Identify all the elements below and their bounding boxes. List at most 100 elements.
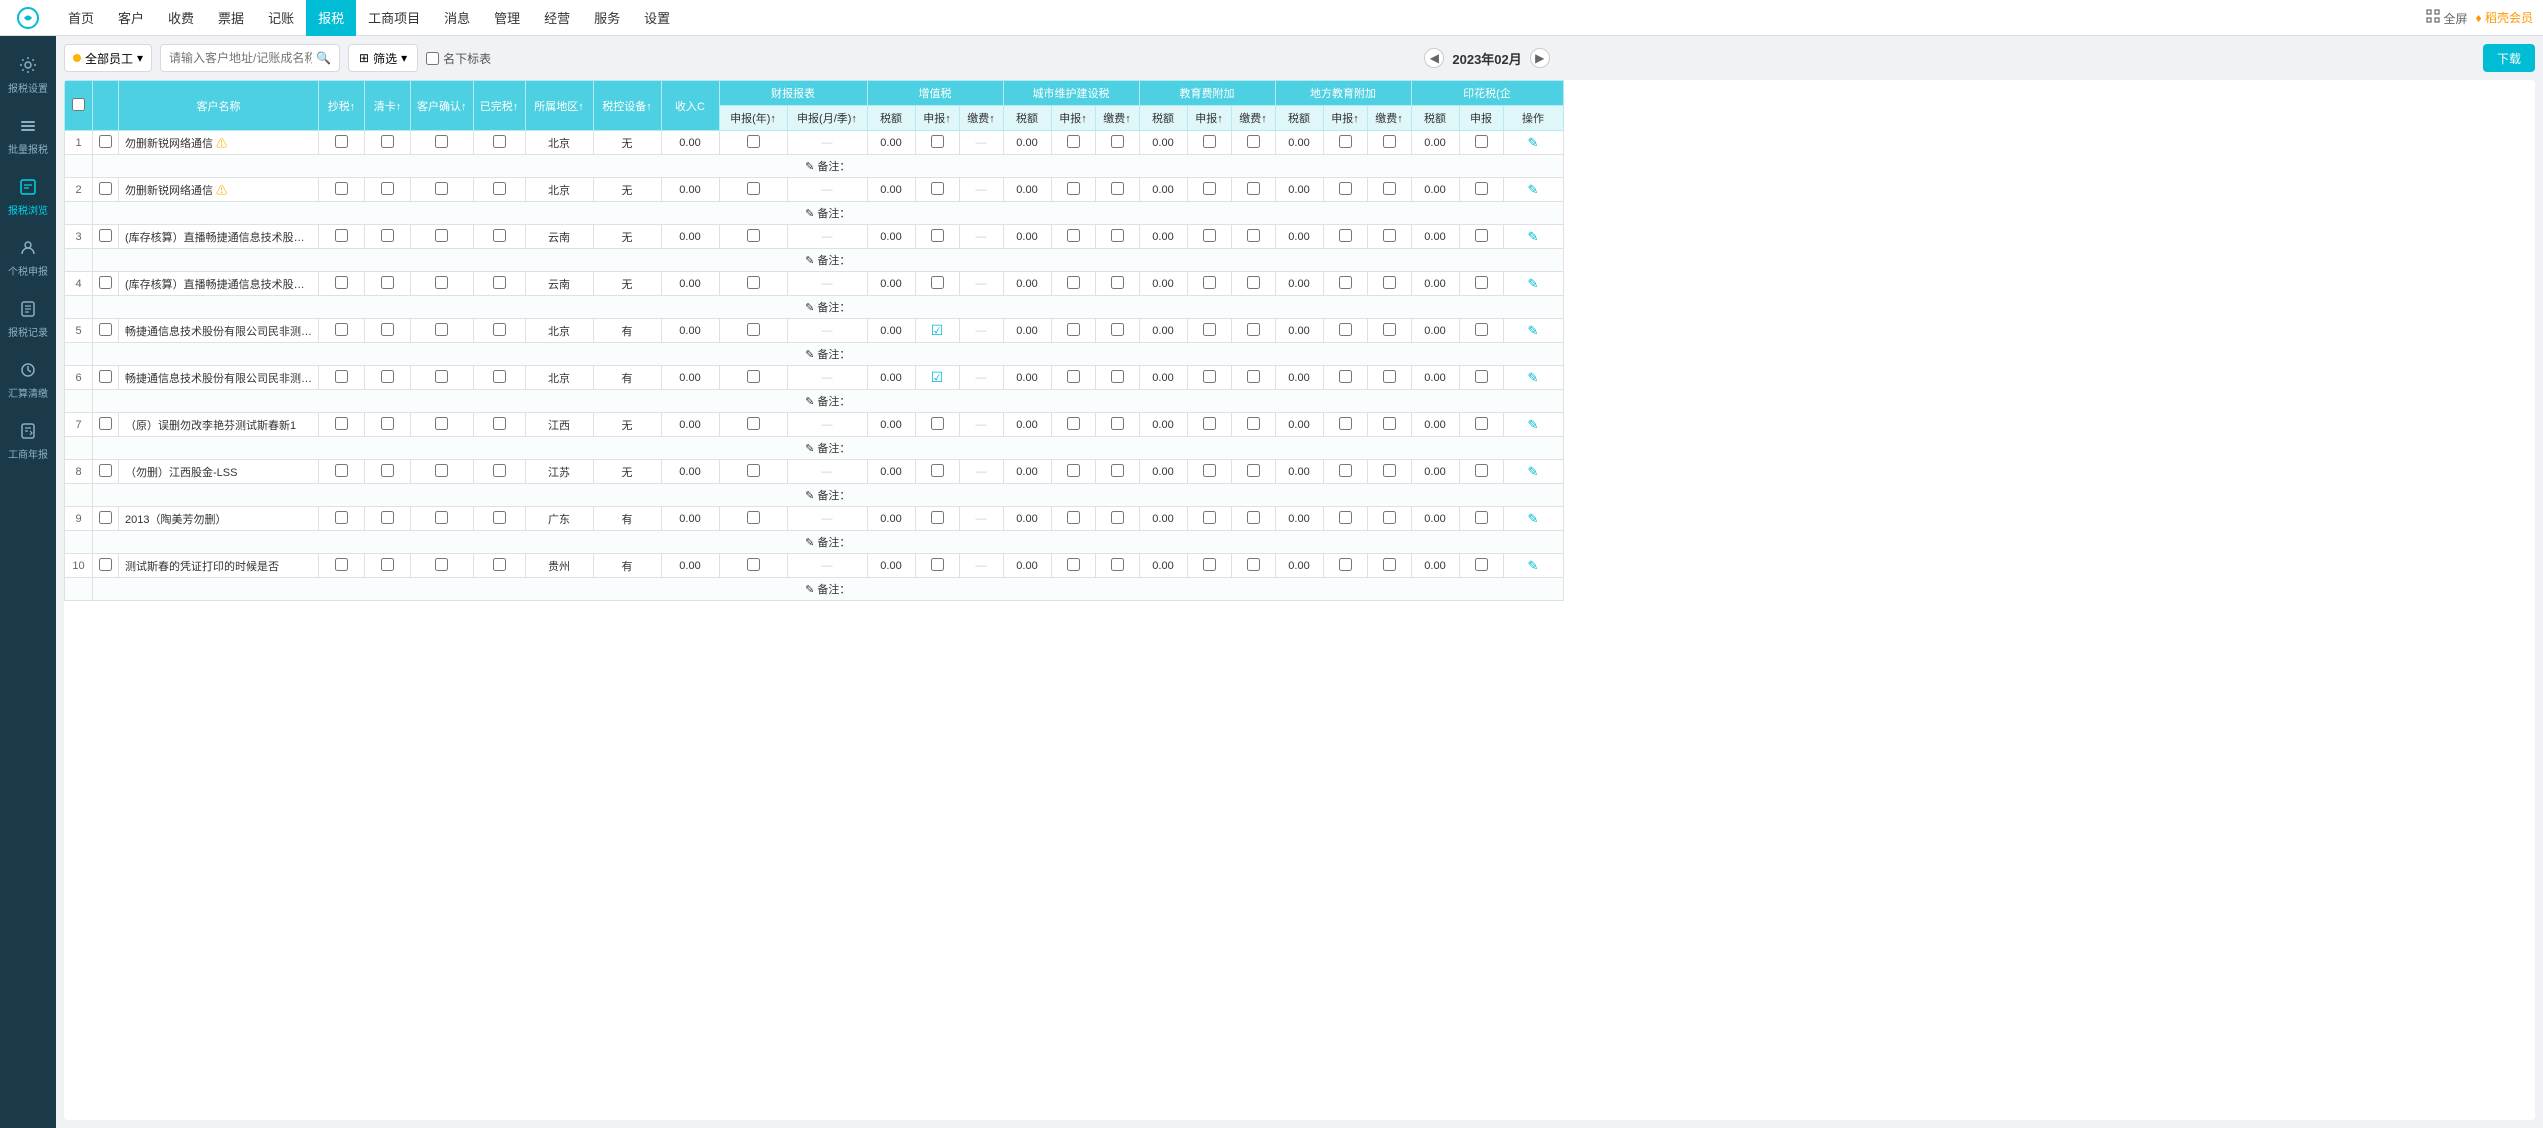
clear-card-cell[interactable] (365, 131, 411, 155)
confirm-cell[interactable] (411, 507, 474, 531)
member-btn[interactable]: ♦ 稻壳会员 (2476, 9, 2533, 26)
fin-year-cell[interactable] (719, 366, 787, 390)
row-checkbox[interactable] (93, 554, 119, 578)
fin-year-cell[interactable] (719, 554, 787, 578)
confirm-cell[interactable] (411, 178, 474, 202)
vat-declare[interactable] (915, 225, 959, 249)
sidebar-item-annual-clear[interactable]: 汇算清缴 (0, 349, 56, 410)
edu-pay[interactable] (1231, 131, 1275, 155)
paid-cell[interactable] (473, 131, 525, 155)
clear-card-cell[interactable] (365, 225, 411, 249)
local-edu-pay[interactable] (1367, 178, 1411, 202)
local-edu-declare[interactable] (1323, 554, 1367, 578)
fin-year-cell[interactable] (719, 178, 787, 202)
th-fin-month[interactable]: 申报(月/季)↑ (787, 106, 867, 131)
vat-declare[interactable] (915, 178, 959, 202)
local-edu-pay[interactable] (1367, 554, 1411, 578)
urban-pay[interactable] (1095, 413, 1139, 437)
sidebar-item-personal-tax[interactable]: 个税申报 (0, 227, 56, 288)
vat-declare[interactable] (915, 272, 959, 296)
urban-pay[interactable] (1095, 131, 1139, 155)
nav-tax[interactable]: 报税 (306, 0, 356, 36)
nav-account[interactable]: 记账 (256, 0, 306, 36)
th-device[interactable]: 税控设备↑ (593, 81, 661, 131)
row-checkbox[interactable] (93, 131, 119, 155)
copy-tax-cell[interactable] (319, 366, 365, 390)
urban-declare[interactable] (1051, 225, 1095, 249)
urban-pay[interactable] (1095, 554, 1139, 578)
clear-card-cell[interactable] (365, 319, 411, 343)
local-edu-declare[interactable] (1323, 225, 1367, 249)
urban-pay[interactable] (1095, 319, 1139, 343)
stamp-declare[interactable] (1459, 366, 1503, 390)
edit-icon[interactable]: ✎ (1528, 511, 1539, 526)
copy-tax-cell[interactable] (319, 319, 365, 343)
local-edu-declare[interactable] (1323, 507, 1367, 531)
clear-card-cell[interactable] (365, 178, 411, 202)
edu-pay[interactable] (1231, 413, 1275, 437)
local-edu-declare[interactable] (1323, 366, 1367, 390)
th-stamp-declare[interactable]: 申报 (1459, 106, 1503, 131)
row-checkbox[interactable] (93, 178, 119, 202)
filter-button[interactable]: ⊞ 筛选 ▾ (348, 44, 418, 72)
edu-declare[interactable] (1187, 554, 1231, 578)
stamp-op[interactable]: ✎ (1503, 460, 1563, 484)
confirm-cell[interactable] (411, 460, 474, 484)
urban-declare[interactable] (1051, 178, 1095, 202)
fin-year-cell[interactable] (719, 131, 787, 155)
local-edu-declare[interactable] (1323, 460, 1367, 484)
confirm-cell[interactable] (411, 225, 474, 249)
stamp-op[interactable]: ✎ (1503, 178, 1563, 202)
copy-tax-cell[interactable] (319, 272, 365, 296)
urban-pay[interactable] (1095, 178, 1139, 202)
stamp-op[interactable]: ✎ (1503, 272, 1563, 296)
th-region[interactable]: 所属地区↑ (525, 81, 593, 131)
prev-month-btn[interactable]: ◀ (1424, 48, 1444, 68)
stamp-declare[interactable] (1459, 460, 1503, 484)
edu-declare[interactable] (1187, 413, 1231, 437)
th-copy-tax[interactable]: 抄税↑ (319, 81, 365, 131)
local-edu-pay[interactable] (1367, 366, 1411, 390)
stamp-op[interactable]: ✎ (1503, 366, 1563, 390)
fin-year-cell[interactable] (719, 413, 787, 437)
paid-cell[interactable] (473, 554, 525, 578)
row-checkbox[interactable] (93, 225, 119, 249)
th-clear-card[interactable]: 清卡↑ (365, 81, 411, 131)
stamp-op[interactable]: ✎ (1503, 413, 1563, 437)
nav-operation[interactable]: 经营 (532, 0, 582, 36)
row-checkbox[interactable] (93, 507, 119, 531)
vat-declare[interactable] (915, 131, 959, 155)
vat-declare[interactable]: ☑ (915, 319, 959, 343)
urban-declare[interactable] (1051, 507, 1095, 531)
confirm-cell[interactable] (411, 272, 474, 296)
paid-cell[interactable] (473, 507, 525, 531)
local-edu-pay[interactable] (1367, 131, 1411, 155)
confirm-cell[interactable] (411, 131, 474, 155)
copy-tax-cell[interactable] (319, 131, 365, 155)
stamp-declare[interactable] (1459, 131, 1503, 155)
urban-declare[interactable] (1051, 272, 1095, 296)
fin-year-cell[interactable] (719, 460, 787, 484)
nav-message[interactable]: 消息 (432, 0, 482, 36)
local-edu-declare[interactable] (1323, 413, 1367, 437)
urban-pay[interactable] (1095, 225, 1139, 249)
edit-icon[interactable]: ✎ (1528, 135, 1539, 150)
local-edu-pay[interactable] (1367, 460, 1411, 484)
stamp-declare[interactable] (1459, 178, 1503, 202)
edit-icon[interactable]: ✎ (1528, 417, 1539, 432)
th-vat-declare[interactable]: 申报↑ (915, 106, 959, 131)
paid-cell[interactable] (473, 460, 525, 484)
paid-cell[interactable] (473, 225, 525, 249)
select-all-checkbox[interactable] (72, 98, 85, 111)
checkbox-input[interactable] (426, 52, 439, 65)
clear-card-cell[interactable] (365, 460, 411, 484)
fullscreen-btn[interactable]: 全屏 (2426, 9, 2467, 27)
edu-declare[interactable] (1187, 319, 1231, 343)
nav-home[interactable]: 首页 (56, 0, 106, 36)
vat-declare[interactable] (915, 413, 959, 437)
local-edu-declare[interactable] (1323, 131, 1367, 155)
th-fin-year[interactable]: 申报(年)↑ (719, 106, 787, 131)
urban-pay[interactable] (1095, 507, 1139, 531)
urban-declare[interactable] (1051, 413, 1095, 437)
edu-pay[interactable] (1231, 366, 1275, 390)
